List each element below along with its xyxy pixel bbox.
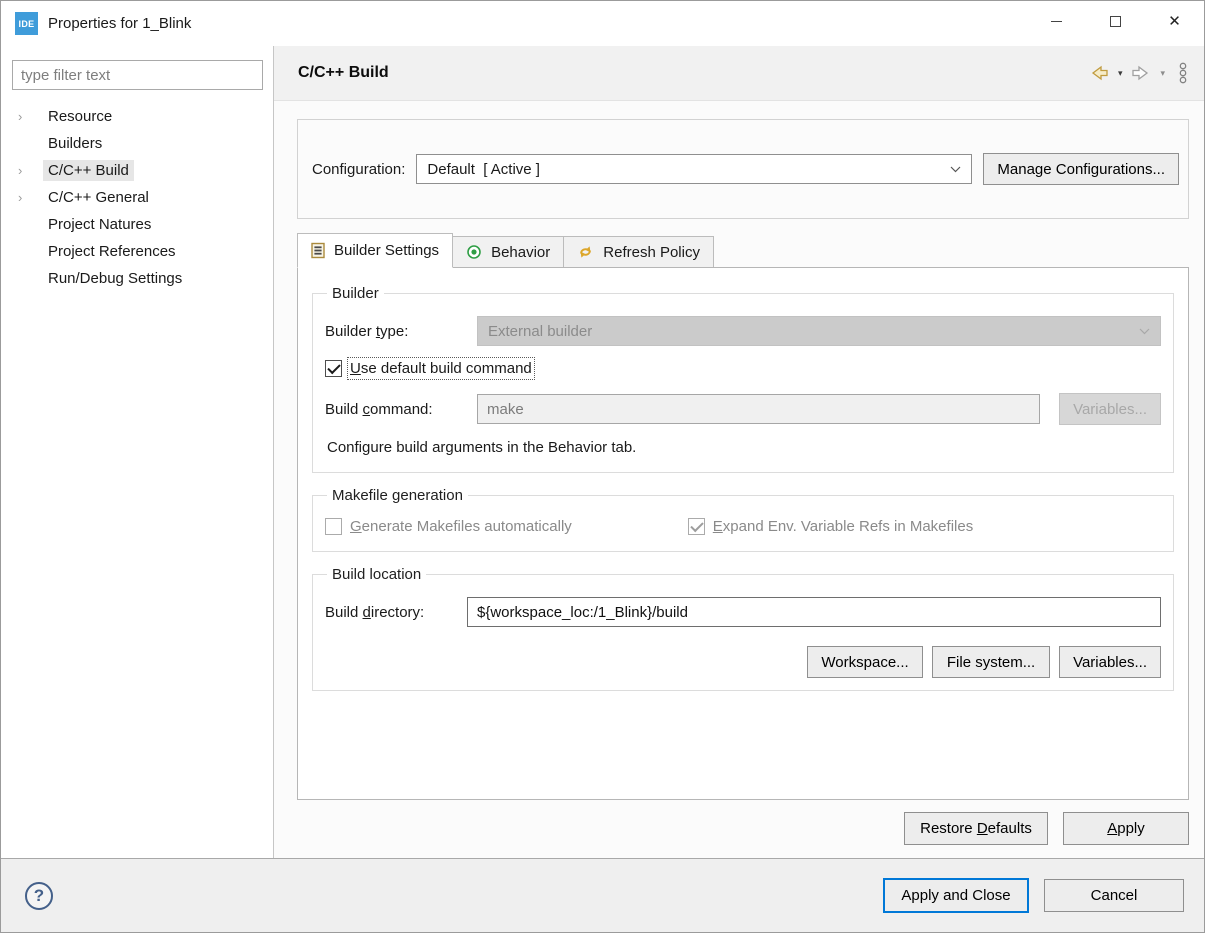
apply-and-close-button[interactable]: Apply and Close — [883, 878, 1029, 913]
page-content: C/C++ Build ▾ ▾ — [274, 46, 1204, 858]
properties-sidebar: › Resource Builders › C/C++ Build › C/C+… — [1, 46, 274, 858]
tree-item-run-debug-settings[interactable]: Run/Debug Settings — [1, 265, 273, 292]
chevron-down-icon — [950, 166, 961, 173]
tree-item-project-references[interactable]: Project References — [1, 238, 273, 265]
page-title: C/C++ Build — [298, 64, 389, 82]
build-command-input: make — [477, 394, 1040, 424]
builder-note: Configure build arguments in the Behavio… — [327, 439, 1161, 456]
refresh-policy-icon — [577, 244, 594, 260]
builder-settings-panel: Builder Builder type: External builder U… — [297, 267, 1189, 800]
forward-history-dropdown-icon[interactable]: ▾ — [1160, 68, 1165, 79]
apply-button[interactable]: Apply — [1063, 812, 1189, 845]
build-command-variables-button: Variables... — [1059, 393, 1161, 425]
build-location-legend: Build location — [327, 566, 426, 583]
maximize-icon — [1110, 16, 1121, 27]
tree-item-ccpp-general[interactable]: › C/C++ General — [1, 184, 273, 211]
chevron-right-icon[interactable]: › — [18, 191, 43, 204]
configuration-select[interactable]: Default [ Active ] — [416, 154, 972, 184]
builder-settings-icon — [311, 242, 325, 259]
tree-item-ccpp-build[interactable]: › C/C++ Build — [1, 157, 273, 184]
dialog-button-bar: ? Apply and Close Cancel — [1, 858, 1204, 932]
builder-group: Builder Builder type: External builder U… — [312, 285, 1174, 473]
makefile-generation-legend: Makefile generation — [327, 487, 468, 504]
chevron-right-icon[interactable]: › — [18, 110, 43, 123]
file-system-button[interactable]: File system... — [932, 646, 1050, 678]
page-header: C/C++ Build ▾ ▾ — [274, 46, 1204, 101]
app-icon: IDE — [15, 12, 38, 35]
builder-group-legend: Builder — [327, 285, 384, 302]
tab-behavior[interactable]: Behavior — [452, 236, 564, 267]
window-title: Properties for 1_Blink — [48, 15, 191, 32]
title-bar: IDE Properties for 1_Blink ✕ — [1, 1, 1204, 46]
build-directory-input[interactable] — [467, 597, 1161, 627]
tab-builder-settings[interactable]: Builder Settings — [297, 233, 453, 268]
manage-configurations-button[interactable]: Manage Configurations... — [983, 153, 1179, 185]
workspace-button[interactable]: Workspace... — [807, 646, 923, 678]
builder-type-label: Builder type: — [325, 323, 477, 340]
close-button[interactable]: ✕ — [1145, 1, 1204, 41]
chevron-right-icon[interactable]: › — [18, 164, 43, 177]
properties-tree: › Resource Builders › C/C++ Build › C/C+… — [1, 103, 273, 292]
behavior-icon — [466, 244, 482, 260]
build-tabs: Builder Settings Behavior — [297, 233, 1189, 267]
tree-item-resource[interactable]: › Resource — [1, 103, 273, 130]
builder-type-select: External builder — [477, 316, 1161, 346]
close-icon: ✕ — [1168, 14, 1181, 29]
configuration-label: Configuration: — [312, 161, 405, 178]
back-arrow-icon[interactable] — [1089, 65, 1109, 81]
restore-defaults-button[interactable]: Restore Defaults — [904, 812, 1048, 845]
tree-item-project-natures[interactable]: Project Natures — [1, 211, 273, 238]
cancel-button[interactable]: Cancel — [1044, 879, 1184, 912]
build-directory-label: Build directory: — [325, 604, 467, 621]
use-default-build-command-checkbox[interactable] — [325, 360, 342, 377]
configuration-panel: Configuration: Default [ Active ] Manage… — [297, 119, 1189, 219]
build-command-label: Build command: — [325, 401, 477, 418]
generate-makefiles-checkbox — [325, 518, 342, 535]
build-location-group: Build location Build directory: Workspac… — [312, 566, 1174, 691]
expand-env-refs-label: Expand Env. Variable Refs in Makefiles — [713, 518, 973, 535]
help-icon[interactable]: ? — [25, 882, 53, 910]
view-menu-icon[interactable] — [1178, 62, 1188, 84]
build-location-variables-button[interactable]: Variables... — [1059, 646, 1161, 678]
back-history-dropdown-icon[interactable]: ▾ — [1118, 68, 1123, 79]
expand-env-refs-checkbox — [688, 518, 705, 535]
chevron-down-icon — [1139, 328, 1150, 335]
properties-dialog: IDE Properties for 1_Blink ✕ › Resource … — [0, 0, 1205, 933]
forward-arrow-icon[interactable] — [1131, 65, 1151, 81]
generate-makefiles-label: Generate Makefiles automatically — [350, 518, 572, 535]
use-default-build-command-label[interactable]: Use default build command — [350, 360, 532, 377]
minimize-button[interactable] — [1027, 1, 1086, 41]
maximize-button[interactable] — [1086, 1, 1145, 41]
tab-refresh-policy[interactable]: Refresh Policy — [563, 236, 714, 267]
filter-input[interactable] — [12, 60, 263, 90]
tree-item-builders[interactable]: Builders — [1, 130, 273, 157]
minimize-icon — [1051, 21, 1062, 22]
makefile-generation-group: Makefile generation Generate Makefiles a… — [312, 487, 1174, 552]
